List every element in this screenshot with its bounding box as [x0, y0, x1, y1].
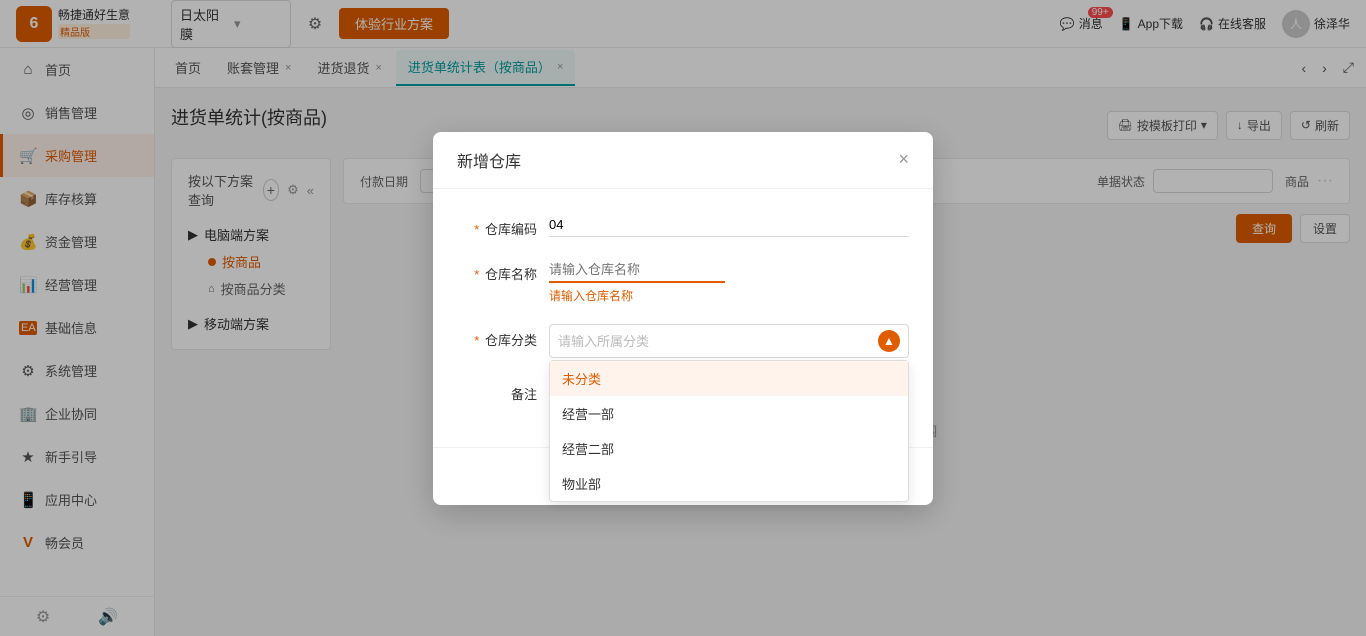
category-dropdown-wrap: 请输入所属分类 ▲ 未分类经营一部经营二部物业部: [549, 324, 909, 358]
dropdown-item-dept3[interactable]: 物业部: [550, 466, 908, 501]
name-label: * 仓库名称: [457, 258, 537, 283]
code-input[interactable]: [549, 213, 909, 237]
modal-close-button[interactable]: ×: [898, 149, 909, 170]
modal-overlay[interactable]: 新增仓库 × * 仓库编码 * 仓库名称: [0, 0, 1366, 636]
category-label: * 仓库分类: [457, 324, 537, 349]
code-label: * 仓库编码: [457, 213, 537, 238]
modal-body: * 仓库编码 * 仓库名称 请输入仓库名称: [433, 189, 933, 447]
form-row-name: * 仓库名称 请输入仓库名称: [457, 258, 909, 304]
modal-header: 新增仓库 ×: [433, 132, 933, 189]
dropdown-item-dept1[interactable]: 经营一部: [550, 396, 908, 431]
category-arrow-up-icon: ▲: [878, 330, 900, 352]
remark-label: 备注: [457, 378, 537, 403]
form-row-code: * 仓库编码: [457, 213, 909, 238]
category-dropdown[interactable]: 请输入所属分类 ▲: [549, 324, 909, 358]
name-error-row: 请输入仓库名称: [457, 287, 633, 304]
name-input[interactable]: [549, 258, 725, 283]
form-row-category: * 仓库分类 请输入所属分类 ▲ 未分类经营一部经营二部物业部: [457, 324, 909, 358]
name-error-msg: 请输入仓库名称: [549, 289, 633, 303]
form-row-name-inner: * 仓库名称: [457, 258, 725, 283]
new-warehouse-modal: 新增仓库 × * 仓库编码 * 仓库名称: [433, 132, 933, 505]
dropdown-item-none[interactable]: 未分类: [550, 361, 908, 396]
modal-title: 新增仓库: [457, 148, 521, 172]
category-placeholder: 请输入所属分类: [558, 331, 878, 350]
category-dropdown-list: 未分类经营一部经营二部物业部: [549, 360, 909, 502]
dropdown-item-dept2[interactable]: 经营二部: [550, 431, 908, 466]
